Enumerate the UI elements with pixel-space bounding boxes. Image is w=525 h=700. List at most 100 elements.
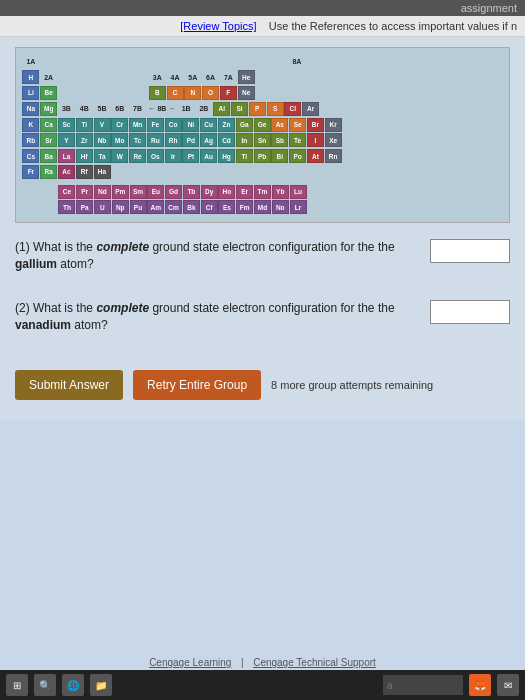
element-As: As [271,118,288,132]
element-Mn: Mn [129,118,146,132]
element-Bk: Bk [183,200,200,214]
element-Ce: Ce [58,185,75,199]
button-row: Submit Answer Retry Entire Group 8 more … [15,360,510,410]
element-Nb: Nb [94,133,111,147]
element-Hg: Hg [218,149,235,163]
element-Ac: Ac [58,165,75,179]
element-Ni: Ni [182,118,199,132]
pt-grid: 1A 8A H 2A 3A 4A 5A 6A 7A He Li Be [22,54,503,215]
element-C: C [167,86,184,100]
element-Y: Y [58,133,75,147]
element-Te: Te [289,133,306,147]
main-content: 1A 8A H 2A 3A 4A 5A 6A 7A He Li Be [0,37,525,420]
element-Ti: Ti [76,118,93,132]
submit-button[interactable]: Submit Answer [15,370,123,400]
taskbar-firefox-icon[interactable]: 🦊 [469,674,491,696]
element-Zn: Zn [218,118,235,132]
element-Pb: Pb [254,149,271,163]
element-Pm: Pm [112,185,129,199]
element-Ga: Ga [236,118,253,132]
element-Al: Al [213,102,230,116]
element-Tl: Tl [236,149,253,163]
element-Cl: Cl [284,102,301,116]
element-Na: Na [22,102,39,116]
element-Gd: Gd [165,185,182,199]
element-Ne: Ne [238,86,255,100]
cengage-link[interactable]: Cengage Learning [149,657,231,668]
element-Cf: Cf [201,200,218,214]
element-Hf: Hf [76,149,93,163]
element-H: H [22,70,39,84]
element-Sr: Sr [40,133,57,147]
footer: Cengage Learning | Cengage Technical Sup… [0,657,525,668]
element-Li: Li [22,86,39,100]
element-Mg: Mg [40,102,57,116]
element-F: F [220,86,237,100]
taskbar-search-input[interactable] [383,675,463,695]
element-Sc: Sc [58,118,75,132]
element-Cr: Cr [111,118,128,132]
element-K: K [22,118,39,132]
element-Be: Be [40,86,57,100]
technical-support-link[interactable]: Cengage Technical Support [253,657,376,668]
element-Th: Th [58,200,75,214]
periodic-table: 1A 8A H 2A 3A 4A 5A 6A 7A He Li Be [15,47,510,223]
element-Am: Am [147,200,164,214]
question-1: (1) What is the complete ground state el… [15,235,510,283]
element-Pd: Pd [182,133,199,147]
element-Rn: Rn [325,149,342,163]
element-No: No [272,200,289,214]
element-Sn: Sn [254,133,271,147]
element-Pr: Pr [76,185,93,199]
element-Zr: Zr [76,133,93,147]
element-Lr: Lr [290,200,307,214]
element-Sb: Sb [271,133,288,147]
element-Ra: Ra [40,165,57,179]
element-La: La [58,149,75,163]
taskbar-folder-icon[interactable]: 📁 [90,674,112,696]
element-Mo: Mo [111,133,128,147]
element-Fr: Fr [22,165,39,179]
element-Re: Re [129,149,146,163]
taskbar-search-icon[interactable]: 🔍 [34,674,56,696]
element-Tm: Tm [254,185,271,199]
top-bar-text: assignment [461,2,517,14]
element-Pt: Pt [182,149,199,163]
element-N: N [184,86,201,100]
element-Nd: Nd [94,185,111,199]
taskbar-mail-icon[interactable]: ✉ [497,674,519,696]
element-Si: Si [231,102,248,116]
element-Fm: Fm [236,200,253,214]
element-Ir: Ir [165,149,182,163]
top-bar: assignment [0,0,525,16]
answer-input-1[interactable] [430,239,510,263]
element-S: S [267,102,284,116]
element-Co: Co [165,118,182,132]
taskbar-windows-icon[interactable]: ⊞ [6,674,28,696]
element-Yb: Yb [272,185,289,199]
element-Kr: Kr [325,118,342,132]
element-Ge: Ge [254,118,271,132]
answer-input-2[interactable] [430,300,510,324]
element-Rh: Rh [165,133,182,147]
element-Cm: Cm [165,200,182,214]
element-Np: Np [112,200,129,214]
element-Tc: Tc [129,133,146,147]
element-Fe: Fe [147,118,164,132]
retry-button[interactable]: Retry Entire Group [133,370,261,400]
element-Cd: Cd [218,133,235,147]
element-Ba: Ba [40,149,57,163]
element-Cs: Cs [22,149,39,163]
element-U: U [94,200,111,214]
element-Dy: Dy [201,185,218,199]
element-P: P [249,102,266,116]
element-Ta: Ta [94,149,111,163]
element-Ru: Ru [147,133,164,147]
element-Tb: Tb [183,185,200,199]
review-topics-link[interactable]: [Review Topics] [180,20,256,32]
taskbar-browser-icon[interactable]: 🌐 [62,674,84,696]
ref-text: Use the References to access important v… [269,20,517,32]
element-Bi: Bi [271,149,288,163]
element-Lu: Lu [290,185,307,199]
attempts-text: 8 more group attempts remaining [271,379,433,391]
